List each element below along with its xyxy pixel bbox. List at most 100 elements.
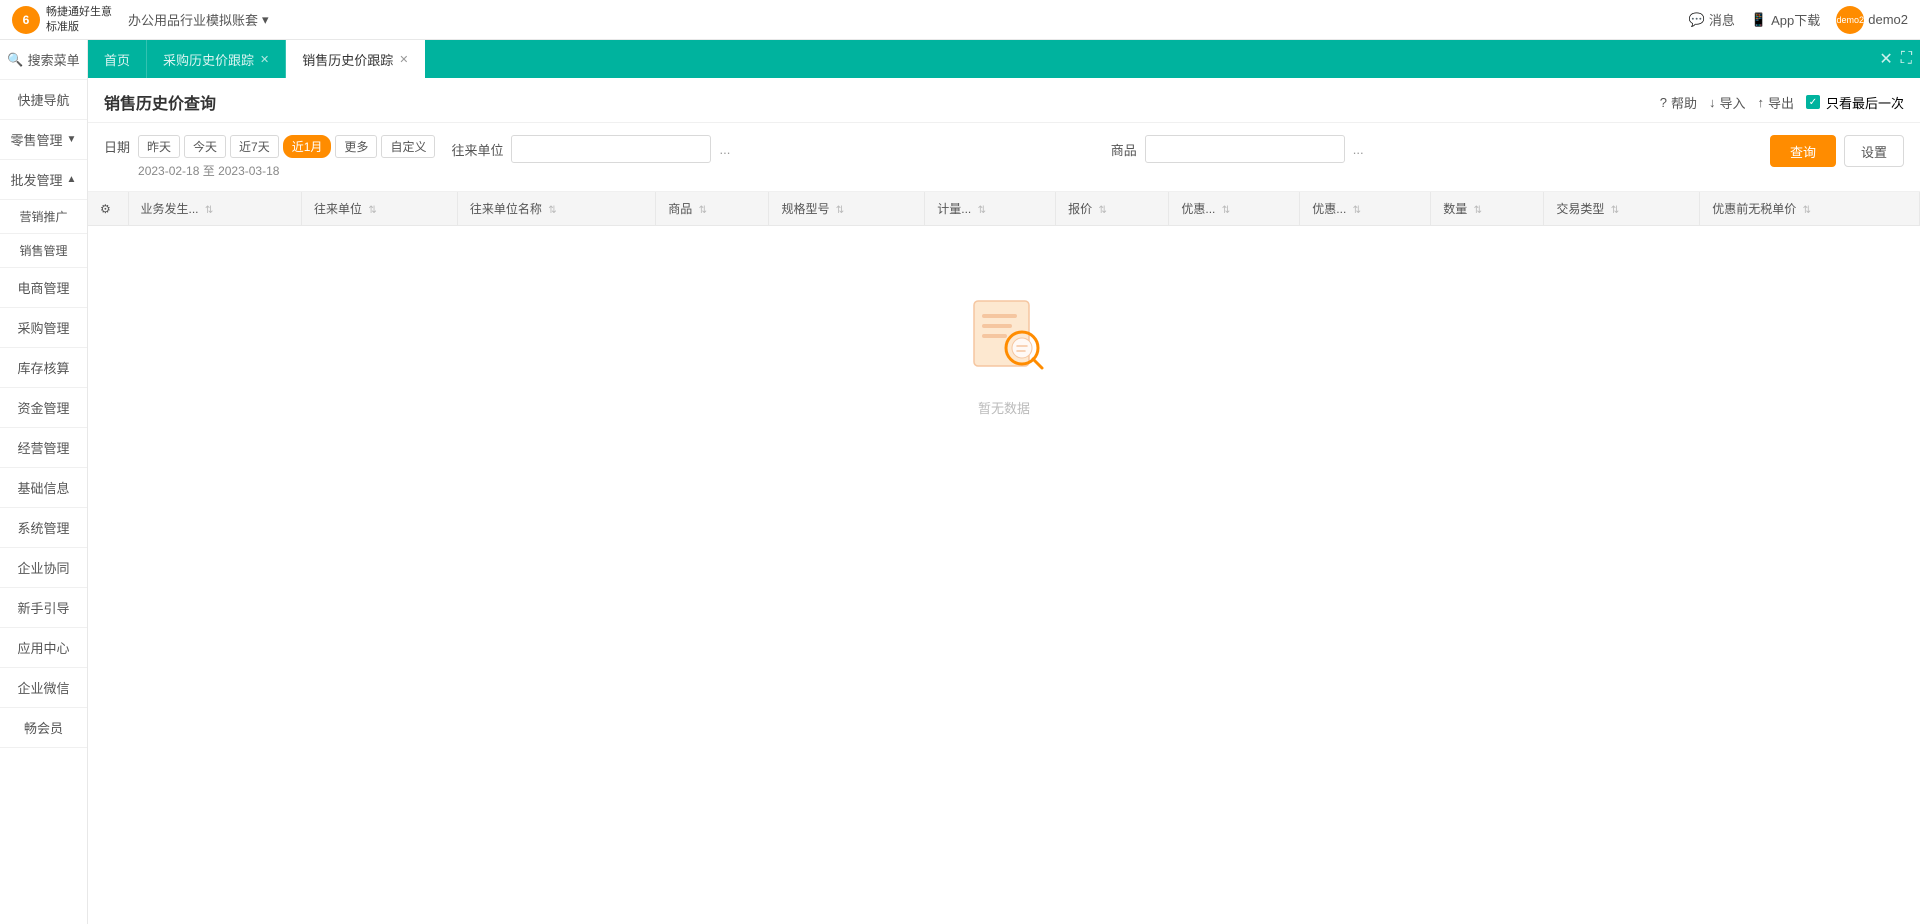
help-btn[interactable]: ? 帮助	[1660, 93, 1697, 112]
sidebar-item-finance[interactable]: 资金管理	[0, 388, 87, 428]
logo-icon: 6	[12, 6, 40, 34]
goods-label: 商品	[1111, 140, 1137, 159]
logo-area: 6 畅捷通好生意 标准版	[12, 5, 112, 34]
app-download-btn[interactable]: 📱 App下载	[1751, 10, 1820, 29]
th-discount1[interactable]: 优惠... ⇅	[1169, 192, 1300, 226]
empty-illustration	[954, 286, 1054, 386]
chevron-down-icon: ▾	[262, 12, 269, 28]
message-btn[interactable]: 💬 消息	[1689, 10, 1735, 29]
date-btn-1month[interactable]: 近1月	[283, 135, 332, 158]
sort-icon-partner-code: ⇅	[368, 205, 376, 216]
table-header-row: ⚙ 业务发生... ⇅ 往来单位 ⇅ 往来单位名称 ⇅	[88, 192, 1920, 226]
th-biz-date[interactable]: 业务发生... ⇅	[128, 192, 302, 226]
sort-icon-discount1: ⇅	[1222, 205, 1230, 216]
tab-bar-actions: ✕ ⛶	[1879, 49, 1920, 69]
sidebar-item-quick-nav[interactable]: 快捷导航	[0, 80, 87, 120]
query-btn[interactable]: 查询	[1770, 135, 1836, 167]
date-btn-yesterday[interactable]: 昨天	[138, 135, 180, 158]
date-btn-more[interactable]: 更多	[335, 135, 377, 158]
user-menu[interactable]: demo2 demo2	[1836, 6, 1908, 34]
sort-icon-discount2: ⇅	[1353, 205, 1361, 216]
close-window-icon[interactable]: ✕	[1879, 49, 1892, 69]
sidebar-item-basic[interactable]: 基础信息	[0, 468, 87, 508]
close-tab-sales-icon[interactable]: ✕	[399, 53, 408, 66]
sidebar-item-appcenter[interactable]: 应用中心	[0, 628, 87, 668]
empty-state: 暂无数据	[88, 226, 1920, 477]
tab-sales-history[interactable]: 销售历史价跟踪 ✕	[286, 40, 425, 78]
th-goods[interactable]: 商品 ⇅	[656, 192, 769, 226]
import-icon: ↓	[1709, 95, 1716, 110]
only-last-checkbox[interactable]: ✓	[1806, 95, 1820, 109]
top-bar: 6 畅捷通好生意 标准版 办公用品行业模拟账套 ▾ 💬 消息 📱 App下载 d…	[0, 0, 1920, 40]
partner-dots[interactable]: ...	[719, 142, 730, 157]
filter-area: 日期 昨天 今天 近7天 近1月 更多 自定义 2023-02-18 至 202…	[88, 123, 1920, 192]
th-trade-type[interactable]: 交易类型 ⇅	[1544, 192, 1700, 226]
th-discount2[interactable]: 优惠... ⇅	[1300, 192, 1431, 226]
top-bar-left: 6 畅捷通好生意 标准版 办公用品行业模拟账套 ▾	[12, 5, 277, 34]
th-unit[interactable]: 计量... ⇅	[925, 192, 1056, 226]
th-price[interactable]: 报价 ⇅	[1056, 192, 1169, 226]
chevron-up-icon: ▲	[67, 174, 77, 185]
sidebar-item-enterprise[interactable]: 企业协同	[0, 548, 87, 588]
top-bar-right: 💬 消息 📱 App下载 demo2 demo2	[1689, 6, 1908, 34]
sort-icon-partner-name: ⇅	[548, 205, 556, 216]
tab-home[interactable]: 首页	[88, 40, 147, 78]
sidebar-item-wechat[interactable]: 企业微信	[0, 668, 87, 708]
search-icon: 🔍	[7, 52, 23, 68]
filter-actions: 查询 设置	[1770, 135, 1904, 167]
partner-input[interactable]	[511, 135, 711, 163]
tab-purchase-history[interactable]: 采购历史价跟踪 ✕	[147, 40, 286, 78]
sidebar-item-operation[interactable]: 经营管理	[0, 428, 87, 468]
empty-text: 暂无数据	[978, 398, 1030, 417]
company-selector[interactable]: 办公用品行业模拟账套 ▾	[120, 10, 277, 29]
th-gear[interactable]: ⚙	[88, 192, 128, 226]
date-range-text: 2023-02-18 至 2023-03-18	[138, 162, 435, 179]
chevron-down-icon: ▼	[67, 134, 77, 145]
sidebar-item-member[interactable]: 畅会员	[0, 708, 87, 748]
partner-label: 往来单位	[451, 140, 503, 159]
th-qty[interactable]: 数量 ⇅	[1431, 192, 1544, 226]
goods-dots[interactable]: ...	[1353, 142, 1364, 157]
sort-icon-goods: ⇅	[699, 205, 707, 216]
message-icon: 💬	[1689, 12, 1705, 28]
page-header: 销售历史价查询 ? 帮助 ↓ 导入 ↑ 导出 ✓	[88, 78, 1920, 123]
sidebar-item-guide[interactable]: 新手引导	[0, 588, 87, 628]
th-partner-code[interactable]: 往来单位 ⇅	[302, 192, 458, 226]
close-tab-purchase-icon[interactable]: ✕	[260, 53, 269, 66]
th-spec[interactable]: 规格型号 ⇅	[769, 192, 925, 226]
data-table: ⚙ 业务发生... ⇅ 往来单位 ⇅ 往来单位名称 ⇅	[88, 192, 1920, 226]
goods-input[interactable]	[1145, 135, 1345, 163]
sidebar-item-ecommerce[interactable]: 电商管理	[0, 268, 87, 308]
sidebar-item-retail[interactable]: 零售管理 ▼	[0, 120, 87, 160]
date-btn-custom[interactable]: 自定义	[381, 135, 435, 158]
th-partner-name[interactable]: 往来单位名称 ⇅	[457, 192, 655, 226]
setting-btn[interactable]: 设置	[1844, 135, 1904, 167]
sort-icon-unit: ⇅	[978, 205, 986, 216]
sidebar-item-marketing[interactable]: 营销推广	[0, 200, 87, 234]
sidebar-item-system[interactable]: 系统管理	[0, 508, 87, 548]
avatar: demo2	[1836, 6, 1864, 34]
export-btn[interactable]: ↑ 导出	[1757, 93, 1794, 112]
date-options: 昨天 今天 近7天 近1月 更多 自定义 2023-02-18 至 2023-0…	[138, 135, 435, 179]
main-layout: 🔍 搜索菜单 快捷导航 零售管理 ▼ 批发管理 ▲ 营销推广 销售管理 电商管理…	[0, 40, 1920, 924]
sidebar-item-wholesale[interactable]: 批发管理 ▲	[0, 160, 87, 200]
date-buttons: 昨天 今天 近7天 近1月 更多 自定义	[138, 135, 435, 158]
sidebar-item-sales[interactable]: 销售管理	[0, 234, 87, 268]
sidebar-item-inventory[interactable]: 库存核算	[0, 348, 87, 388]
sidebar-item-search-menu[interactable]: 🔍 搜索菜单	[0, 40, 87, 80]
import-btn[interactable]: ↓ 导入	[1709, 93, 1746, 112]
maximize-icon[interactable]: ⛶	[1901, 50, 1912, 68]
sort-icon-biz-date: ⇅	[205, 205, 213, 216]
th-pretax-price[interactable]: 优惠前无税单价 ⇅	[1700, 192, 1920, 226]
date-label: 日期	[104, 135, 130, 156]
table-area: ⚙ 业务发生... ⇅ 往来单位 ⇅ 往来单位名称 ⇅	[88, 192, 1920, 924]
date-btn-today[interactable]: 今天	[184, 135, 226, 158]
page-title: 销售历史价查询	[104, 90, 216, 114]
only-last-checkbox-area[interactable]: ✓ 只看最后一次	[1806, 93, 1904, 112]
date-btn-7days[interactable]: 近7天	[230, 135, 279, 158]
content-inner: 销售历史价查询 ? 帮助 ↓ 导入 ↑ 导出 ✓	[88, 78, 1920, 924]
content-area: 首页 采购历史价跟踪 ✕ 销售历史价跟踪 ✕ ✕ ⛶ 销售历史价查询	[88, 40, 1920, 924]
sidebar-item-purchase[interactable]: 采购管理	[0, 308, 87, 348]
sort-icon-spec: ⇅	[836, 205, 844, 216]
export-icon: ↑	[1757, 95, 1764, 110]
